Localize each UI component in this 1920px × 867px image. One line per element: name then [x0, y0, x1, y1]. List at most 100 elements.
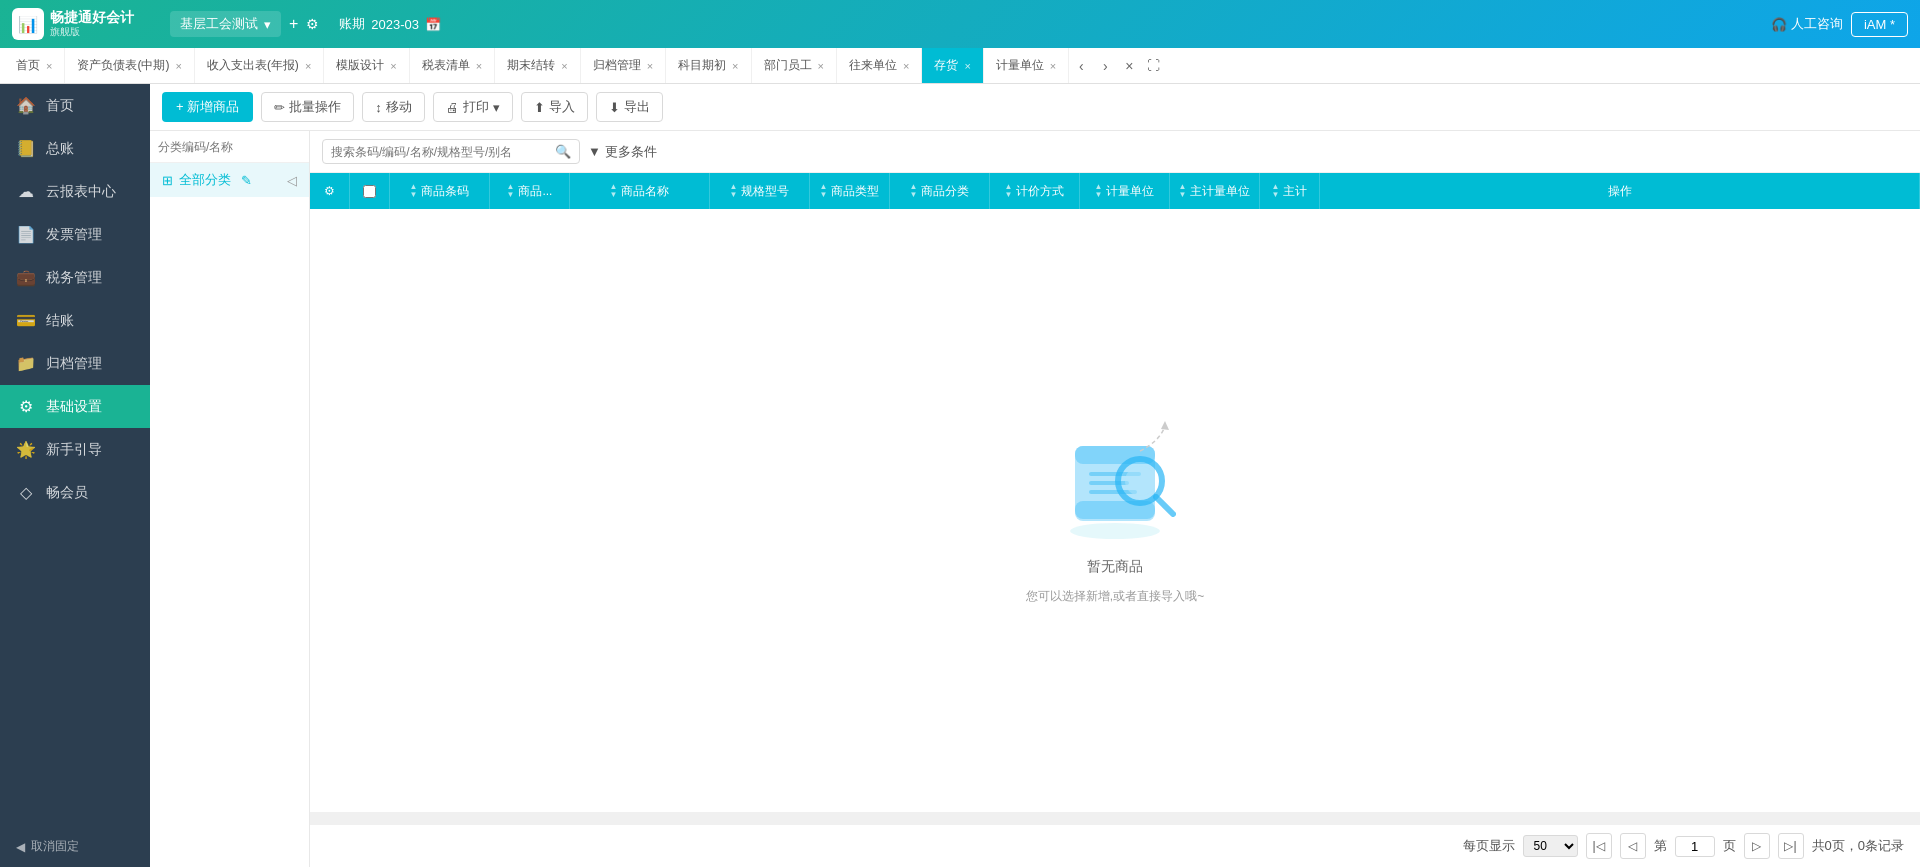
account-button[interactable]: iAM * — [1851, 12, 1908, 37]
tab-tax-close[interactable]: × — [476, 60, 482, 72]
th-col3[interactable]: ▲▼ 主计 — [1260, 173, 1320, 209]
sidebar-item-home[interactable]: 🏠 首页 — [0, 84, 150, 127]
tab-dept-close[interactable]: × — [818, 60, 824, 72]
th-spec[interactable]: ▲▼ 规格型号 — [710, 173, 810, 209]
sidebar-item-basic-settings[interactable]: ⚙ 基础设置 — [0, 385, 150, 428]
th-type[interactable]: ▲▼ 商品类型 — [810, 173, 890, 209]
tab-home[interactable]: 首页 × — [4, 48, 65, 84]
th-barcode-label: 商品条码 — [421, 183, 469, 200]
add-tab-icon[interactable]: + — [289, 15, 298, 33]
tab-template[interactable]: 模版设计 × — [324, 48, 409, 84]
tab-inventory-close[interactable]: × — [964, 60, 970, 72]
th-pricing[interactable]: ▲▼ 计价方式 — [990, 173, 1080, 209]
th-barcode[interactable]: ▲▼ 商品条码 — [390, 173, 490, 209]
logo-area: 📊 畅捷通好会计 旗舰版 — [12, 8, 162, 40]
table-body: 暂无商品 您可以选择新增,或者直接导入哦~ — [310, 209, 1920, 812]
tab-income-close[interactable]: × — [305, 60, 311, 72]
tab-archive-close[interactable]: × — [647, 60, 653, 72]
move-button[interactable]: ↕ 移动 — [362, 92, 425, 122]
page-prev-button[interactable]: ◁ — [1620, 833, 1646, 859]
consultation-button[interactable]: 🎧 人工咨询 — [1771, 15, 1843, 33]
pagination: 每页显示 50 100 200 |◁ ◁ 第 页 ▷ ▷| 共0页，0条记录 — [310, 824, 1920, 867]
tab-home-close[interactable]: × — [46, 60, 52, 72]
tab-measure-unit[interactable]: 计量单位 × — [984, 48, 1069, 84]
tab-period-close[interactable]: × — [561, 60, 567, 72]
horizontal-scrollbar[interactable] — [310, 812, 1920, 824]
sidebar-item-member[interactable]: ◇ 畅会员 — [0, 471, 150, 514]
category-all[interactable]: ⊞ 全部分类 ✎ ◁ — [150, 163, 309, 197]
company-selector[interactable]: 基层工会测试 ▾ — [170, 11, 281, 37]
export-icon: ⬇ — [609, 100, 620, 115]
sidebar-item-guide[interactable]: 🌟 新手引导 — [0, 428, 150, 471]
sidebar-item-closing[interactable]: 💳 结账 — [0, 299, 150, 342]
tab-balance-close[interactable]: × — [175, 60, 181, 72]
th-code[interactable]: ▲▼ 商品... — [490, 173, 570, 209]
settings-icon[interactable]: ⚙ — [306, 16, 319, 32]
print-label: 打印 — [463, 98, 489, 116]
table-search-wrapper: 🔍 — [322, 139, 580, 164]
tab-inventory-label: 存货 — [934, 57, 958, 74]
sidebar-item-invoice[interactable]: 📄 发票管理 — [0, 213, 150, 256]
tab-expand[interactable]: ⛶ — [1141, 48, 1165, 84]
sidebar-item-ledger[interactable]: 📒 总账 — [0, 127, 150, 170]
page-last-button[interactable]: ▷| — [1778, 833, 1804, 859]
empty-sub-text: 您可以选择新增,或者直接导入哦~ — [1026, 588, 1204, 605]
tab-archive-label: 归档管理 — [593, 57, 641, 74]
import-button[interactable]: ⬆ 导入 — [521, 92, 588, 122]
tab-nav-left[interactable]: ‹ — [1069, 48, 1093, 84]
tab-vendor-close[interactable]: × — [903, 60, 909, 72]
new-item-label: + 新增商品 — [176, 98, 239, 116]
export-button[interactable]: ⬇ 导出 — [596, 92, 663, 122]
page-size-select[interactable]: 50 100 200 — [1523, 835, 1578, 857]
page-number-input[interactable] — [1675, 836, 1715, 857]
sidebar-invoice-label: 发票管理 — [46, 226, 102, 244]
tab-nav-right[interactable]: › — [1093, 48, 1117, 84]
sidebar-item-archive[interactable]: 📁 归档管理 — [0, 342, 150, 385]
new-item-button[interactable]: + 新增商品 — [162, 92, 253, 122]
tab-subject-close[interactable]: × — [732, 60, 738, 72]
tab-inventory[interactable]: 存货 × — [922, 48, 983, 84]
category-search-input[interactable] — [158, 140, 308, 154]
category-edit-icon[interactable]: ✎ — [241, 173, 252, 188]
category-collapse-icon[interactable]: ◁ — [287, 173, 297, 188]
th-checkbox[interactable] — [350, 173, 390, 209]
print-button[interactable]: 🖨 打印 ▾ — [433, 92, 513, 122]
batch-ops-button[interactable]: ✏ 批量操作 — [261, 92, 354, 122]
category-all-label: 全部分类 — [179, 171, 231, 189]
tab-template-close[interactable]: × — [390, 60, 396, 72]
filter-button[interactable]: ▼ 更多条件 — [588, 143, 657, 161]
tab-subject-init[interactable]: 科目期初 × — [666, 48, 751, 84]
sidebar-item-tax[interactable]: 💼 税务管理 — [0, 256, 150, 299]
calendar-icon[interactable]: 📅 — [425, 17, 441, 32]
th-name-label: 商品名称 — [621, 183, 669, 200]
sidebar-archive-label: 归档管理 — [46, 355, 102, 373]
sidebar-item-cloud-reports[interactable]: ☁ 云报表中心 — [0, 170, 150, 213]
th-unit[interactable]: ▲▼ 计量单位 — [1080, 173, 1170, 209]
tab-close-all[interactable]: × — [1117, 48, 1141, 84]
th-gear[interactable]: ⚙ — [310, 173, 350, 209]
select-all-checkbox[interactable] — [363, 185, 376, 198]
table-search-bar: 🔍 ▼ 更多条件 — [310, 131, 1920, 173]
th-category[interactable]: ▲▼ 商品分类 — [890, 173, 990, 209]
tab-vendor[interactable]: 往来单位 × — [837, 48, 922, 84]
page-next-button[interactable]: ▷ — [1744, 833, 1770, 859]
svg-line-9 — [1156, 497, 1173, 514]
tab-measure-close[interactable]: × — [1050, 60, 1056, 72]
tab-period-carry[interactable]: 期末结转 × — [495, 48, 580, 84]
th-main-unit[interactable]: ▲▼ 主计量单位 — [1170, 173, 1260, 209]
table-search-input[interactable] — [331, 145, 551, 159]
table-search-icon[interactable]: 🔍 — [555, 144, 571, 159]
page-first-button[interactable]: |◁ — [1586, 833, 1612, 859]
tab-subject-init-label: 科目期初 — [678, 57, 726, 74]
tab-balance-sheet[interactable]: 资产负债表(中期) × — [65, 48, 194, 84]
tab-income[interactable]: 收入支出表(年报) × — [195, 48, 324, 84]
tab-tax-list[interactable]: 税表清单 × — [410, 48, 495, 84]
svg-rect-5 — [1089, 481, 1129, 485]
cancel-fixed-button[interactable]: ◀ 取消固定 — [0, 826, 150, 867]
tab-dept-staff[interactable]: 部门员工 × — [752, 48, 837, 84]
th-type-label: 商品类型 — [831, 183, 879, 200]
th-name[interactable]: ▲▼ 商品名称 — [570, 173, 710, 209]
tab-archive[interactable]: 归档管理 × — [581, 48, 666, 84]
th-category-label: 商品分类 — [921, 183, 969, 200]
batch-ops-icon: ✏ — [274, 100, 285, 115]
